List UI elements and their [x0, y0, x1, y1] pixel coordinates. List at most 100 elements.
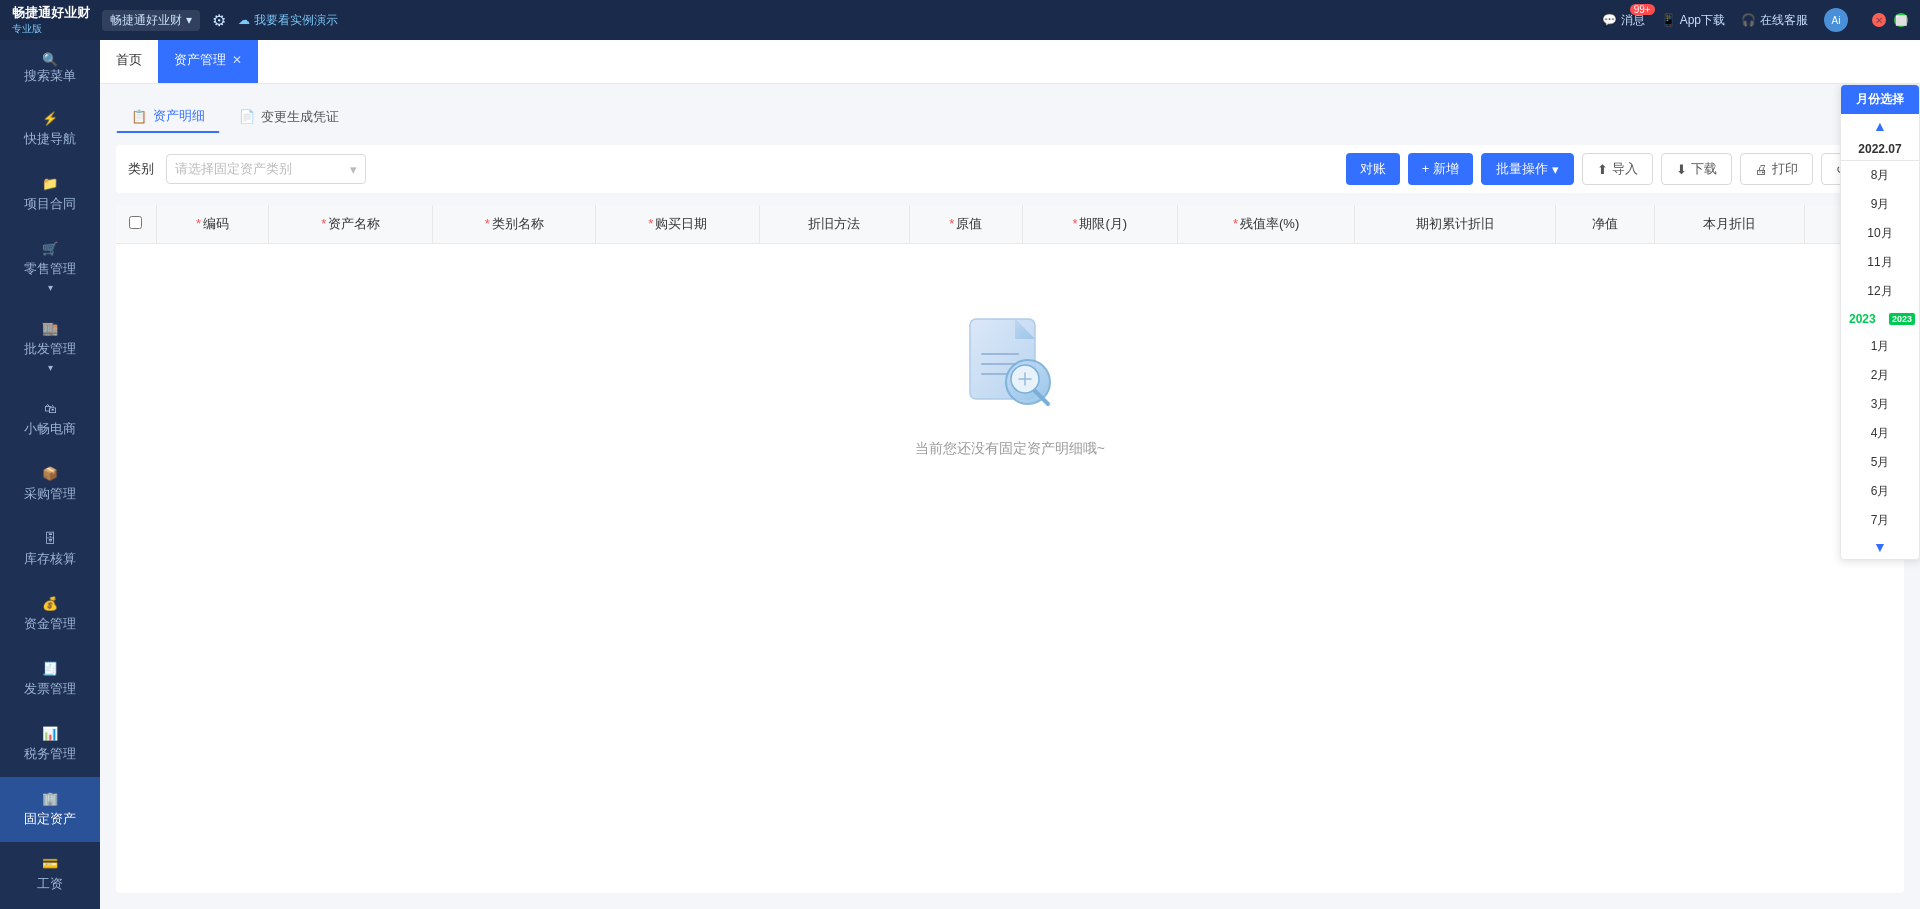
quicknav-icon: ⚡ — [42, 111, 58, 126]
filter-placeholder: 请选择固定资产类别 — [175, 160, 292, 178]
sub-tab-change-voucher-label: 变更生成凭证 — [261, 108, 339, 126]
tab-home[interactable]: 首页 — [100, 40, 158, 83]
month-item-10[interactable]: 10月 — [1841, 219, 1919, 248]
sidebar-item-wholesale[interactable]: 🏬 批发管理 ▾ — [0, 307, 100, 387]
quicknav-label: 快捷导航 — [24, 130, 76, 148]
company-name: 畅捷通好业财 — [110, 12, 182, 29]
headset-icon: 🎧 — [1741, 13, 1756, 27]
purchase-icon: 📦 — [42, 466, 58, 481]
app-logo: 畅捷通好业财 专业版 — [12, 4, 90, 36]
app-download-button[interactable]: 📱 App下载 — [1661, 12, 1725, 29]
download-button[interactable]: ⬇ 下载 — [1661, 153, 1732, 185]
month-item-year-2023: 2023 — [1841, 306, 1919, 332]
sidebar: 🔍 搜索菜单 ⚡ 快捷导航 📁 项目合同 🛒 零售管理 ▾ 🏬 批发管理 ▾ 🛍… — [0, 40, 100, 909]
month-nav-up[interactable]: ▲ — [1841, 114, 1919, 138]
month-item-7[interactable]: 7月 — [1841, 506, 1919, 535]
month-item-3[interactable]: 3月 — [1841, 390, 1919, 419]
user-avatar[interactable]: Ai — [1824, 8, 1848, 32]
fixed-assets-icon: 🏢 — [42, 791, 58, 806]
sub-tab-asset-detail-label: 资产明细 — [153, 107, 205, 125]
sidebar-item-inventory[interactable]: 🗄 库存核算 — [0, 517, 100, 582]
month-item-1[interactable]: 1月 — [1841, 332, 1919, 361]
sidebar-item-fixed-assets[interactable]: 🏢 固定资产 — [0, 777, 100, 842]
sub-tab-change-voucher[interactable]: 📄 变更生成凭证 — [224, 101, 354, 133]
month-item-11[interactable]: 11月 — [1841, 248, 1919, 277]
app-name: 畅捷通好业财 — [12, 4, 90, 22]
sidebar-item-tax[interactable]: 📊 税务管理 — [0, 712, 100, 777]
sidebar-item-purchase[interactable]: 📦 采购管理 — [0, 452, 100, 517]
tab-home-label: 首页 — [116, 51, 142, 69]
retail-label: 零售管理 — [24, 260, 76, 278]
close-icon[interactable]: ✕ — [232, 53, 242, 67]
message-button[interactable]: 💬 消息 99+ — [1602, 12, 1645, 29]
empty-state: 当前您还没有固定资产明细哦~ — [116, 244, 1904, 498]
batch-button[interactable]: 批量操作 ▾ — [1481, 153, 1574, 185]
month-selector-panel: 月份选择 ▲ 2022.07 8月 9月 10月 11月 12月 2023 1月… — [1840, 84, 1920, 560]
sidebar-item-finance[interactable]: 💰 资金管理 — [0, 582, 100, 647]
table-header-accumulated-depreciation: 期初累计折旧 — [1355, 205, 1555, 244]
reconcile-button[interactable]: 对账 — [1346, 153, 1400, 185]
download-icon: ⬇ — [1676, 162, 1687, 177]
category-filter-select[interactable]: 请选择固定资产类别 ▾ — [166, 154, 366, 184]
customer-service-label: 在线客服 — [1760, 12, 1808, 29]
table-header-category: *类别名称 — [432, 205, 596, 244]
sidebar-item-project[interactable]: 📁 项目合同 — [0, 162, 100, 227]
cloud-icon: ☁ — [238, 13, 250, 27]
purchase-label: 采购管理 — [24, 485, 76, 503]
month-item-9[interactable]: 9月 — [1841, 190, 1919, 219]
fixed-assets-label: 固定资产 — [24, 810, 76, 828]
empty-text: 当前您还没有固定资产明细哦~ — [915, 440, 1105, 458]
demo-link-text: 我要看实例演示 — [254, 12, 338, 29]
app-edition: 专业版 — [12, 22, 42, 36]
import-button[interactable]: ⬆ 导入 — [1582, 153, 1653, 185]
asset-detail-icon: 📋 — [131, 109, 147, 124]
search-menu[interactable]: 🔍 搜索菜单 — [0, 40, 100, 97]
project-label: 项目合同 — [24, 195, 76, 213]
month-nav-down[interactable]: ▼ — [1841, 535, 1919, 559]
add-button[interactable]: + 新增 — [1408, 153, 1473, 185]
dropdown-arrow-icon: ▾ — [350, 162, 357, 177]
customer-service-button[interactable]: 🎧 在线客服 — [1741, 12, 1808, 29]
demo-link[interactable]: ☁ 我要看实例演示 — [238, 12, 338, 29]
finance-label: 资金管理 — [24, 615, 76, 633]
tab-asset-mgmt-label: 资产管理 — [174, 51, 226, 69]
empty-illustration — [950, 304, 1070, 424]
tab-asset-mgmt[interactable]: 资产管理 ✕ — [158, 40, 258, 83]
sidebar-item-quicknav[interactable]: ⚡ 快捷导航 — [0, 97, 100, 162]
toolbar-right: 对账 + 新增 批量操作 ▾ ⬆ 导入 ⬇ 下载 — [1346, 153, 1892, 185]
month-item-6[interactable]: 6月 — [1841, 477, 1919, 506]
retail-icon: 🛒 — [42, 241, 58, 256]
table-header-name: *资产名称 — [269, 205, 433, 244]
assets-table: *编码 *资产名称 *类别名称 *购买日期 折旧方法 *原值 *期限(月) *残… — [116, 205, 1904, 498]
settings-icon[interactable]: ⚙ — [212, 11, 226, 30]
window-controls: ✕ ⬜ — [1872, 13, 1908, 27]
month-item-4[interactable]: 4月 — [1841, 419, 1919, 448]
select-all-checkbox[interactable] — [129, 216, 142, 229]
table-container: *编码 *资产名称 *类别名称 *购买日期 折旧方法 *原值 *期限(月) *残… — [116, 205, 1904, 893]
salary-icon: 💳 — [42, 856, 58, 871]
import-icon: ⬆ — [1597, 162, 1608, 177]
company-selector[interactable]: 畅捷通好业财 ▾ — [102, 10, 200, 31]
chevron-down-icon: ▾ — [48, 362, 53, 373]
print-button[interactable]: 🖨 打印 — [1740, 153, 1813, 185]
month-item-5[interactable]: 5月 — [1841, 448, 1919, 477]
change-voucher-icon: 📄 — [239, 109, 255, 124]
filter-category-label: 类别 — [128, 160, 154, 178]
sidebar-item-retail[interactable]: 🛒 零售管理 ▾ — [0, 227, 100, 307]
sidebar-item-salary[interactable]: 💳 工资 — [0, 842, 100, 907]
sidebar-item-ecommerce[interactable]: 🛍 小畅电商 — [0, 387, 100, 452]
table-header-checkbox — [116, 205, 156, 244]
window-maximize-button[interactable]: ⬜ — [1894, 13, 1908, 27]
tax-label: 税务管理 — [24, 745, 76, 763]
month-item-12[interactable]: 12月 — [1841, 277, 1919, 306]
sub-tab-asset-detail[interactable]: 📋 资产明细 — [116, 100, 220, 133]
sidebar-item-invoice[interactable]: 🧾 发票管理 — [0, 647, 100, 712]
search-menu-label: 搜索菜单 — [8, 67, 92, 85]
month-item-8[interactable]: 8月 — [1841, 161, 1919, 190]
month-item-2[interactable]: 2月 — [1841, 361, 1919, 390]
invoice-icon: 🧾 — [42, 661, 58, 676]
download-label: 下载 — [1691, 160, 1717, 178]
window-close-button[interactable]: ✕ — [1872, 13, 1886, 27]
message-icon: 💬 — [1602, 13, 1617, 27]
chevron-down-icon: ▾ — [186, 13, 192, 27]
